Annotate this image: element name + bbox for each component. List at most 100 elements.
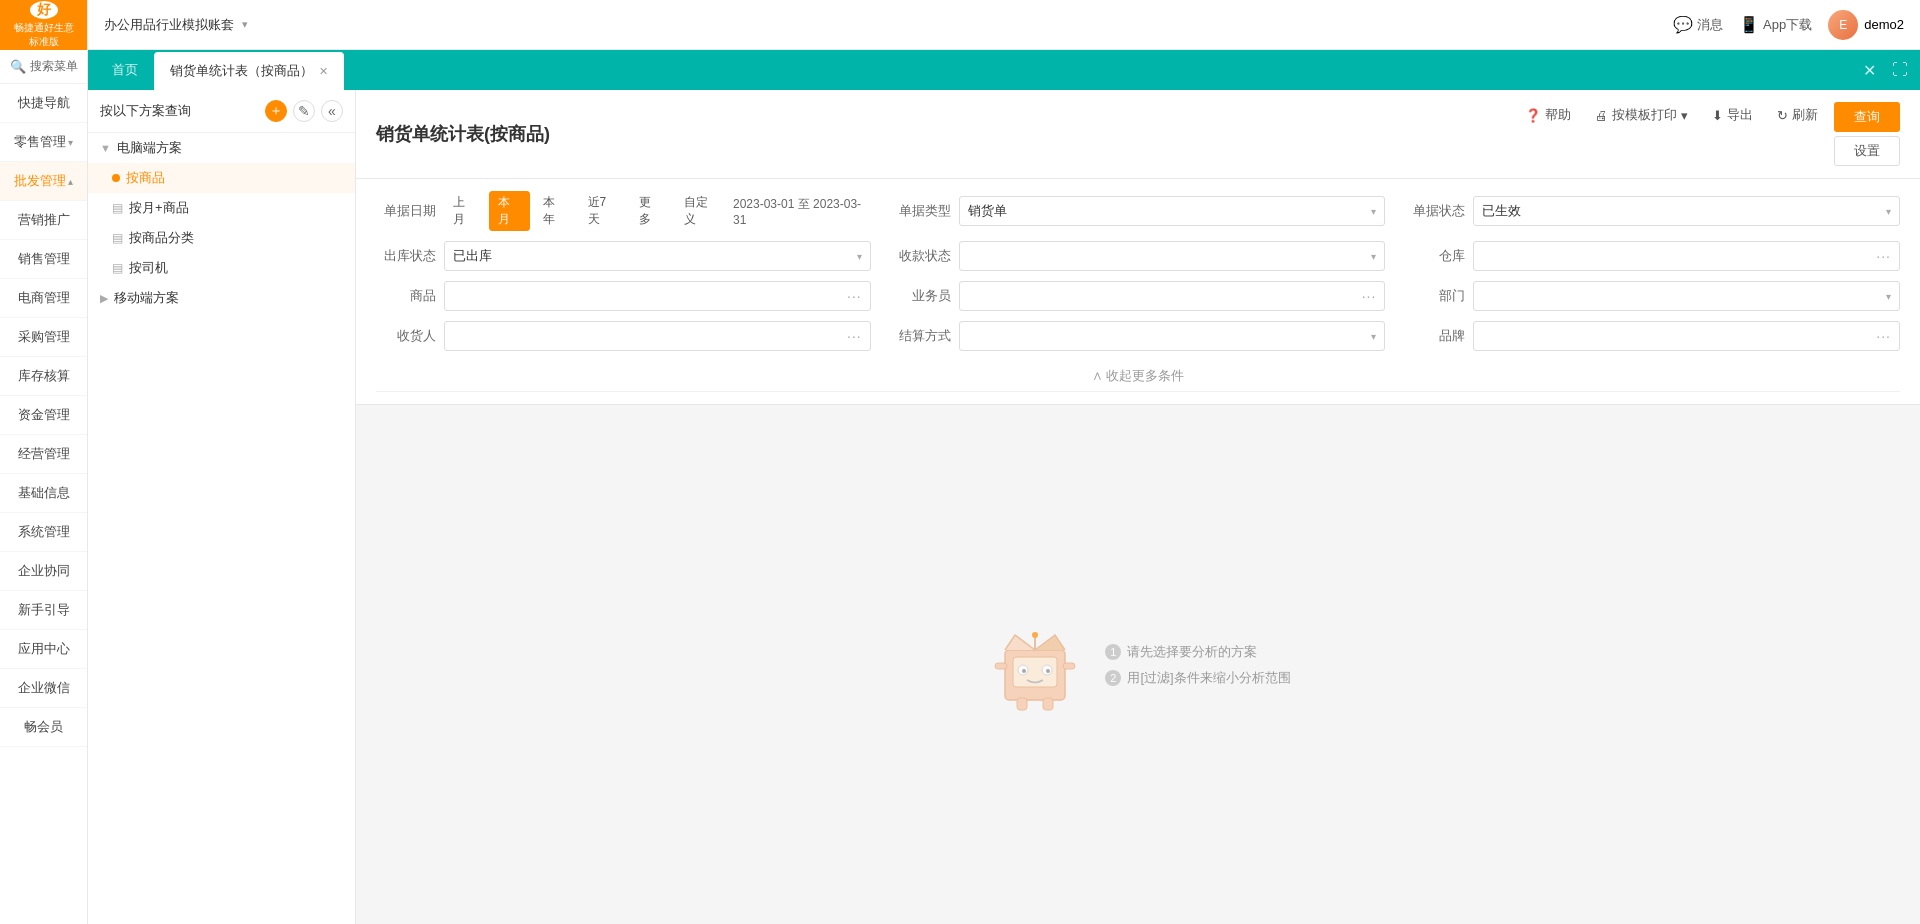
sidebar-item-retail[interactable]: 零售管理 ▾ — [0, 123, 87, 162]
chevron-right-icon: ▶ — [100, 292, 108, 305]
out-status-select[interactable]: 已出库 ▾ — [444, 241, 871, 271]
warehouse-select[interactable]: ··· — [1473, 241, 1900, 271]
filter-row-4: 收货人 ··· 结算方式 ▾ 品牌 — [376, 321, 1900, 351]
collapse-panel-button[interactable]: « — [321, 100, 343, 122]
hint-num-1: 1 — [1105, 644, 1121, 660]
chevron-up-icon: ▴ — [68, 176, 73, 187]
export-button[interactable]: ⬇ 导出 — [1704, 102, 1761, 128]
sidebar-item-member[interactable]: 畅会员 — [0, 708, 87, 747]
edit-scheme-button[interactable]: ✎ — [293, 100, 315, 122]
tab-expand-icon[interactable]: ⛶ — [1888, 57, 1912, 83]
sidebar-item-app-center[interactable]: 应用中心 — [0, 630, 87, 669]
doc-type-select[interactable]: 销货单 ▾ — [959, 196, 1386, 226]
tab-close-all-icon[interactable]: ✕ — [1859, 57, 1880, 84]
date-filter-control: 上月 本月 本年 近7天 更多 自定义 2023-03-01 至 2023-03… — [444, 191, 871, 231]
print-button[interactable]: 🖨 按模板打印 ▾ — [1587, 102, 1696, 128]
sidebar-item-wechat[interactable]: 企业微信 — [0, 669, 87, 708]
collapse-filter-button[interactable]: ∧ 收起更多条件 — [376, 361, 1900, 392]
date-tab-this-month[interactable]: 本月 — [489, 191, 530, 231]
refresh-button[interactable]: ↻ 刷新 — [1769, 102, 1826, 128]
sidebar-item-marketing[interactable]: 营销推广 — [0, 201, 87, 240]
logo-text: 畅捷通好生意 — [14, 21, 74, 35]
sidebar-item-purchase[interactable]: 采购管理 — [0, 318, 87, 357]
tab-home[interactable]: 首页 — [96, 50, 154, 90]
tree-item-by-category[interactable]: ▤ 按商品分类 — [88, 223, 355, 253]
left-panel-title: 按以下方案查询 — [100, 102, 191, 120]
industry-dropdown-icon[interactable]: ▾ — [242, 18, 248, 31]
filter-row-1: 单据日期 上月 本月 本年 近7天 更多 自定义 2023-03-01 至 20… — [376, 191, 1900, 231]
svg-rect-8 — [995, 663, 1007, 669]
page-header-top: 销货单统计表(按商品) ❓ 帮助 🖨 按模板打印 ▾ — [376, 102, 1900, 166]
sidebar-item-search[interactable]: 🔍 搜索菜单 — [0, 50, 87, 84]
chevron-down-icon: ▾ — [1886, 291, 1891, 302]
message-button[interactable]: 💬 消息 — [1673, 15, 1723, 34]
sidebar-item-enterprise[interactable]: 企业协同 — [0, 552, 87, 591]
sidebar-item-quick-nav[interactable]: 快捷导航 — [0, 84, 87, 123]
collect-status-label: 收款状态 — [891, 247, 951, 265]
collect-status-select[interactable]: ▾ — [959, 241, 1386, 271]
more-icon: ··· — [1876, 248, 1891, 264]
empty-illustration — [985, 615, 1085, 715]
user-menu[interactable]: E demo2 — [1828, 10, 1904, 40]
tree-item-by-goods[interactable]: 按商品 — [88, 163, 355, 193]
search-icon: 🔍 — [10, 59, 26, 74]
left-panel: 按以下方案查询 ＋ ✎ « ▼ 电脑端方案 按商品 ▤ 按月+商品 — [88, 90, 356, 924]
app-logo: 好 畅捷通好生意 标准版 — [0, 0, 87, 50]
settle-select[interactable]: ▾ — [959, 321, 1386, 351]
settings-button[interactable]: 设置 — [1834, 136, 1900, 166]
date-range-value: 2023-03-01 至 2023-03-31 — [733, 196, 871, 227]
search-label: 搜索菜单 — [30, 58, 78, 75]
sidebar-item-basics[interactable]: 基础信息 — [0, 474, 87, 513]
tree-root-mobile[interactable]: ▶ 移动端方案 — [88, 283, 355, 313]
tree-item-by-driver[interactable]: ▤ 按司机 — [88, 253, 355, 283]
out-status-label: 出库状态 — [376, 247, 436, 265]
left-panel-header: 按以下方案查询 ＋ ✎ « — [88, 90, 355, 133]
print-icon: 🖨 — [1595, 108, 1608, 123]
sidebar-item-sales[interactable]: 销售管理 — [0, 240, 87, 279]
sidebar-item-operations[interactable]: 经营管理 — [0, 435, 87, 474]
staff-select[interactable]: ··· — [959, 281, 1386, 311]
sidebar-item-wholesale[interactable]: 批发管理 ▴ — [0, 162, 87, 201]
doc-status-select[interactable]: 已生效 ▾ — [1473, 196, 1900, 226]
goods-select[interactable]: ··· — [444, 281, 871, 311]
date-tab-7days[interactable]: 近7天 — [579, 191, 626, 231]
help-button[interactable]: ❓ 帮助 — [1517, 102, 1579, 128]
query-button[interactable]: 查询 — [1834, 102, 1900, 132]
app-download-button[interactable]: 📱 App下载 — [1739, 15, 1812, 34]
filter-out-status: 出库状态 已出库 ▾ — [376, 241, 871, 271]
empty-text: 1 请先选择要分析的方案 2 用[过滤]条件来缩小分析范围 — [1105, 643, 1290, 687]
more-icon: ··· — [847, 288, 862, 304]
tree-icon: ▤ — [112, 261, 123, 275]
filter-brand: 品牌 ··· — [1405, 321, 1900, 351]
sidebar-item-inventory[interactable]: 库存核算 — [0, 357, 87, 396]
brand-select[interactable]: ··· — [1473, 321, 1900, 351]
tree-item-by-month-goods[interactable]: ▤ 按月+商品 — [88, 193, 355, 223]
filter-dept: 部门 ▾ — [1405, 281, 1900, 311]
svg-point-7 — [1032, 632, 1038, 638]
sidebar-item-newbie[interactable]: 新手引导 — [0, 591, 87, 630]
tree-icon: ▤ — [112, 201, 123, 215]
tab-close-icon[interactable]: ✕ — [319, 65, 328, 78]
sidebar-item-system[interactable]: 系统管理 — [0, 513, 87, 552]
sidebar-item-ecommerce[interactable]: 电商管理 — [0, 279, 87, 318]
chevron-down-icon: ▾ — [1371, 331, 1376, 342]
logo-sub: 标准版 — [29, 35, 59, 49]
date-tab-this-year[interactable]: 本年 — [534, 191, 575, 231]
sidebar-item-finance[interactable]: 资金管理 — [0, 396, 87, 435]
date-tab-more[interactable]: 更多 — [630, 191, 671, 231]
add-scheme-button[interactable]: ＋ — [265, 100, 287, 122]
hint-num-2: 2 — [1105, 670, 1121, 686]
doc-status-label: 单据状态 — [1405, 202, 1465, 220]
message-label: 消息 — [1697, 16, 1723, 34]
date-tab-last-month[interactable]: 上月 — [444, 191, 485, 231]
avatar: E — [1828, 10, 1858, 40]
chevron-down-icon: ▼ — [100, 142, 111, 154]
dept-select[interactable]: ▾ — [1473, 281, 1900, 311]
tab-sales-stats[interactable]: 销货单统计表（按商品） ✕ — [154, 52, 344, 90]
svg-rect-11 — [1043, 698, 1053, 710]
receiver-select[interactable]: ··· — [444, 321, 871, 351]
filter-settle: 结算方式 ▾ — [891, 321, 1386, 351]
tree-root-desktop[interactable]: ▼ 电脑端方案 — [88, 133, 355, 163]
date-tab-custom[interactable]: 自定义 — [675, 191, 727, 231]
filter-staff: 业务员 ··· — [891, 281, 1386, 311]
